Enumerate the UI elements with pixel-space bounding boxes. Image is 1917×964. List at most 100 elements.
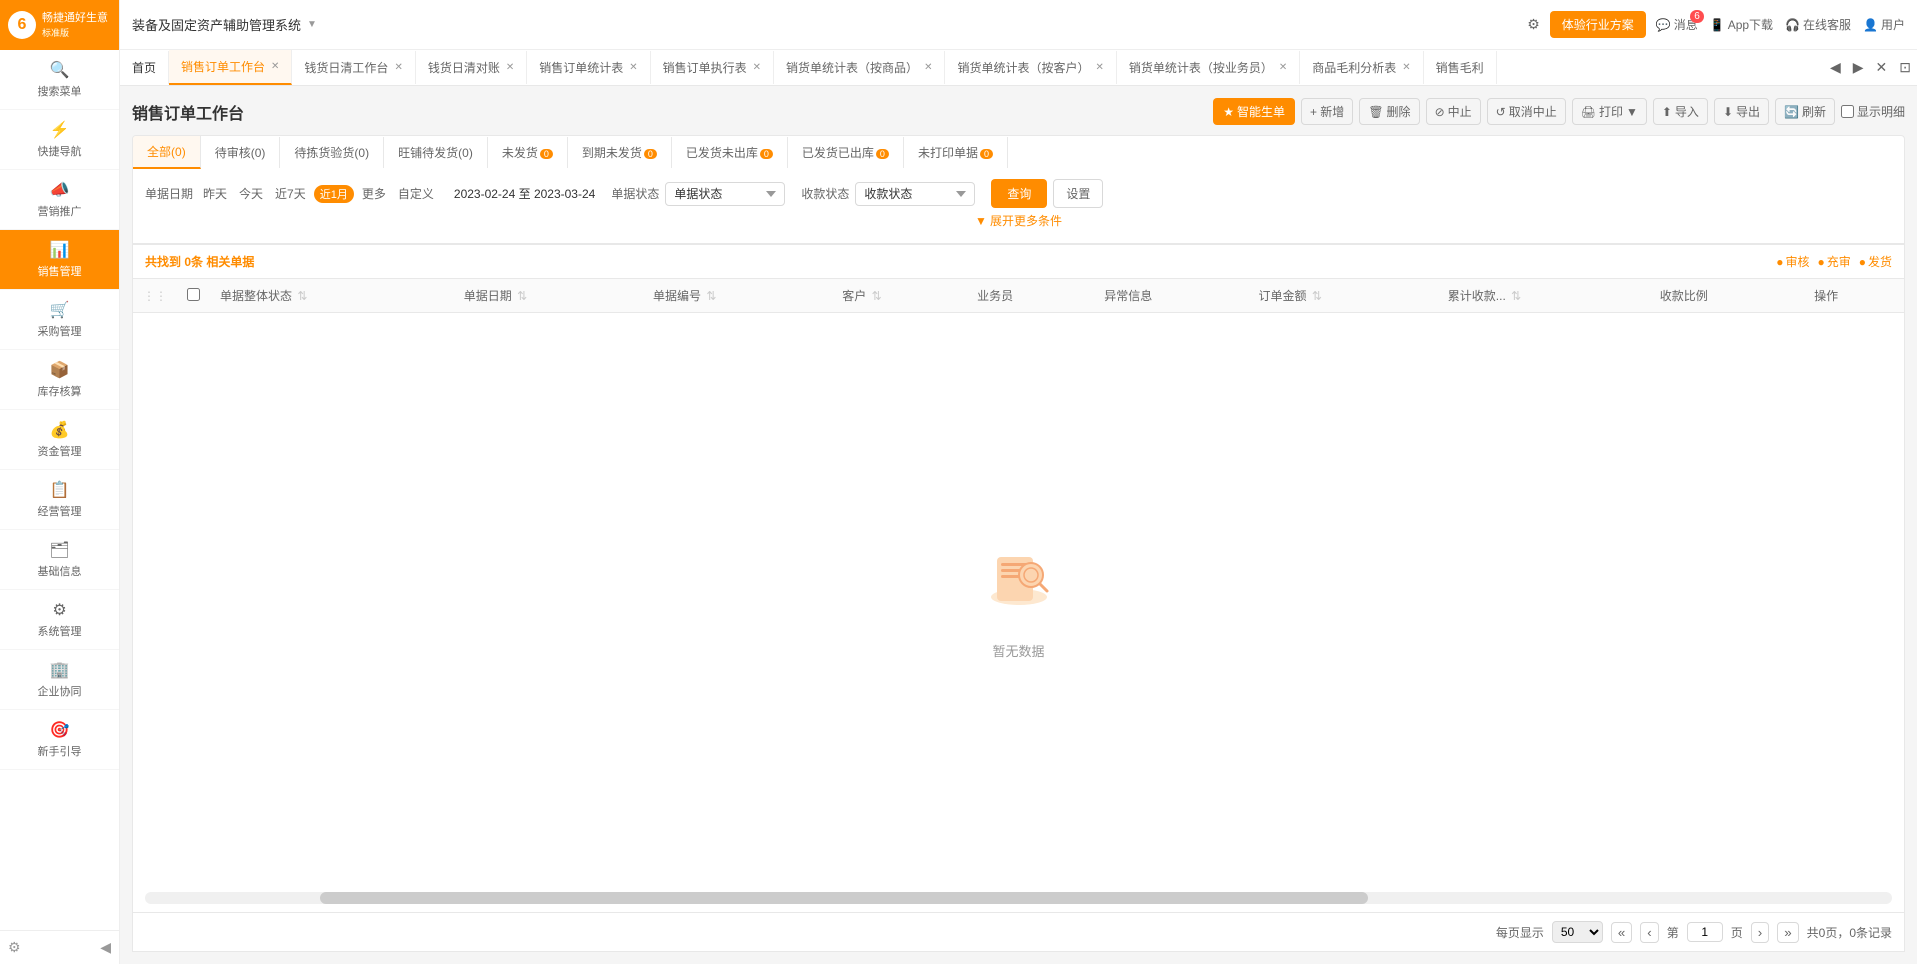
review-button[interactable]: ● 审核 bbox=[1776, 253, 1809, 270]
stop-button[interactable]: ⊘ 中止 bbox=[1426, 98, 1481, 125]
date-btn-more[interactable]: 更多 bbox=[358, 183, 390, 204]
sort-icon-2[interactable]: ⇅ bbox=[706, 289, 716, 303]
tab-close-sales-sum-product[interactable]: ✕ bbox=[924, 62, 932, 73]
sort-icon-7[interactable]: ⇅ bbox=[1511, 289, 1521, 303]
industry-solution-button[interactable]: 体验行业方案 bbox=[1550, 11, 1646, 38]
online-service-button[interactable]: 🎧 在线客服 bbox=[1785, 16, 1851, 33]
sub-tab-expired-unshipped[interactable]: 到期未发货0 bbox=[568, 137, 672, 168]
new-button[interactable]: + 新增 bbox=[1301, 98, 1353, 125]
sidebar-item-system[interactable]: ⚙ 系统管理 bbox=[0, 590, 119, 650]
unreviewed-button[interactable]: ● 充审 bbox=[1817, 253, 1850, 270]
sidebar-item-basic-info[interactable]: 🗂 基础信息 bbox=[0, 530, 119, 590]
sub-tab-all[interactable]: 全部(0) bbox=[133, 136, 201, 169]
page-size-select[interactable]: 20 50 100 bbox=[1552, 921, 1603, 943]
tab-scroll-right-icon[interactable]: ▶ bbox=[1847, 59, 1870, 76]
user-menu-button[interactable]: 👤 用户 bbox=[1863, 16, 1905, 33]
tab-close-cash-account[interactable]: ✕ bbox=[506, 62, 514, 73]
horizontal-scrollbar[interactable] bbox=[145, 892, 1892, 904]
tab-close-sales-stat[interactable]: ✕ bbox=[629, 62, 637, 73]
sub-tab-wangpu[interactable]: 旺铺待发货(0) bbox=[384, 137, 488, 168]
sort-icon-3[interactable]: ⇅ bbox=[872, 289, 882, 303]
messages-button[interactable]: 💬 消息 6 bbox=[1656, 16, 1698, 33]
tab-close-all-icon[interactable]: ✕ bbox=[1870, 59, 1894, 76]
th-checkbox[interactable] bbox=[177, 279, 210, 313]
print-button[interactable]: 🖨 打印 ▼ bbox=[1572, 98, 1647, 125]
last-page-button[interactable]: » bbox=[1777, 922, 1798, 943]
tab-close-cash-daily[interactable]: ✕ bbox=[394, 62, 402, 73]
sub-tab-pending-review[interactable]: 待审核(0) bbox=[201, 137, 281, 168]
sidebar-item-enterprise[interactable]: 🏢 企业协同 bbox=[0, 650, 119, 710]
app-download-button[interactable]: 📱 App下载 bbox=[1710, 16, 1773, 33]
tab-home[interactable]: 首页 bbox=[120, 51, 169, 84]
tab-sales-workbench[interactable]: 销售订单工作台 ✕ bbox=[169, 50, 292, 85]
date-btn-yesterday[interactable]: 昨天 bbox=[199, 183, 231, 204]
tab-scroll-left-icon[interactable]: ◀ bbox=[1824, 59, 1847, 76]
sort-icon-1[interactable]: ⇅ bbox=[517, 289, 527, 303]
tab-sales-sum-customer[interactable]: 销货单统计表（按客户） ✕ bbox=[945, 51, 1116, 84]
sub-tab-unshipped[interactable]: 未发货0 bbox=[488, 137, 568, 168]
tab-close-sales-sum-staff[interactable]: ✕ bbox=[1279, 62, 1287, 73]
sidebar-item-quick-nav[interactable]: ⚡ 快捷导航 bbox=[0, 110, 119, 170]
smart-create-button[interactable]: ★ 智能生单 bbox=[1213, 98, 1295, 125]
sub-tab-shipped-not-out[interactable]: 已发货未出库0 bbox=[672, 137, 788, 168]
date-btn-custom[interactable]: 自定义 bbox=[394, 183, 438, 204]
ship-button[interactable]: ● 发货 bbox=[1859, 253, 1892, 270]
sidebar-item-newbie[interactable]: 🎯 新手引导 bbox=[0, 710, 119, 770]
sidebar-item-finance[interactable]: 💰 资金管理 bbox=[0, 410, 119, 470]
sort-icon-0[interactable]: ⇅ bbox=[297, 289, 307, 303]
table-header-row: ⋮⋮ 单据整体状态 ⇅ 单据日期 ⇅ 单据编号 ⇅ bbox=[133, 279, 1904, 313]
select-all-checkbox[interactable] bbox=[187, 288, 200, 301]
sidebar-item-marketing[interactable]: 📣 营销推广 bbox=[0, 170, 119, 230]
refresh-button[interactable]: 🔄 刷新 bbox=[1775, 98, 1835, 125]
page-label: 第 bbox=[1667, 924, 1679, 941]
import-button[interactable]: ⬆ 导入 bbox=[1653, 98, 1708, 125]
date-btn-7days[interactable]: 近7天 bbox=[271, 183, 310, 204]
status-select[interactable]: 单据状态 bbox=[665, 182, 785, 206]
sort-icon-6[interactable]: ⇅ bbox=[1312, 289, 1322, 303]
sidebar-item-sales[interactable]: 📊 销售管理 bbox=[0, 230, 119, 290]
settings-footer-icon[interactable]: ⚙ bbox=[8, 939, 21, 956]
tab-product-margin[interactable]: 商品毛利分析表 ✕ bbox=[1300, 51, 1423, 84]
sub-tab-shipped-out[interactable]: 已发货已出库0 bbox=[788, 137, 904, 168]
tab-sales-exec[interactable]: 销售订单执行表 ✕ bbox=[651, 51, 774, 84]
payment-select[interactable]: 收款状态 bbox=[855, 182, 975, 206]
show-detail-input[interactable] bbox=[1841, 105, 1854, 118]
delete-button[interactable]: 🗑 删除 bbox=[1359, 98, 1419, 125]
page-number-input[interactable] bbox=[1687, 922, 1723, 942]
query-button[interactable]: 查询 bbox=[991, 179, 1047, 208]
export-button[interactable]: ⬇ 导出 bbox=[1714, 98, 1769, 125]
tab-sales-sum-staff[interactable]: 销货单统计表（按业务员） ✕ bbox=[1117, 51, 1300, 84]
tab-close-sales-exec[interactable]: ✕ bbox=[753, 62, 761, 73]
expand-more-button[interactable]: ▼ 展开更多条件 bbox=[975, 212, 1062, 229]
settings-icon[interactable]: ⚙ bbox=[1527, 16, 1540, 33]
filter-setting-button[interactable]: 设置 bbox=[1053, 179, 1103, 208]
tab-cash-daily[interactable]: 钱货日清工作台 ✕ bbox=[292, 51, 415, 84]
sidebar-item-inventory[interactable]: 📦 库存核算 bbox=[0, 350, 119, 410]
title-dropdown-icon[interactable]: ▼ bbox=[307, 19, 317, 30]
filter-action-buttons: 查询 设置 bbox=[991, 179, 1103, 208]
sub-tab-unprinted[interactable]: 未打印单据0 bbox=[904, 137, 1008, 168]
sidebar-item-purchase[interactable]: 🛒 采购管理 bbox=[0, 290, 119, 350]
sidebar-item-search[interactable]: 🔍 搜索菜单 bbox=[0, 50, 119, 110]
collapse-icon[interactable]: ◀ bbox=[100, 939, 111, 956]
tab-sales-profit[interactable]: 销售毛利 bbox=[1424, 51, 1497, 84]
scrollbar-thumb[interactable] bbox=[320, 892, 1368, 904]
tab-cash-account[interactable]: 钱货日清对账 ✕ bbox=[416, 51, 527, 84]
next-page-button[interactable]: › bbox=[1751, 922, 1769, 943]
sidebar-item-operations[interactable]: 📋 经营管理 bbox=[0, 470, 119, 530]
prev-page-button[interactable]: ‹ bbox=[1640, 922, 1658, 943]
date-btn-1month[interactable]: 近1月 bbox=[314, 185, 354, 203]
first-page-button[interactable]: « bbox=[1611, 922, 1632, 943]
tab-close-sales-workbench[interactable]: ✕ bbox=[271, 61, 279, 72]
tab-maximize-icon[interactable]: ⊡ bbox=[1893, 59, 1917, 76]
tab-sales-sum-product[interactable]: 销货单统计表（按商品） ✕ bbox=[774, 51, 945, 84]
cancel-stop-button[interactable]: ↺ 取消中止 bbox=[1487, 98, 1566, 125]
logo-icon: 6 bbox=[8, 11, 36, 39]
tab-sales-stat[interactable]: 销售订单统计表 ✕ bbox=[527, 51, 650, 84]
tab-close-product-margin[interactable]: ✕ bbox=[1402, 62, 1410, 73]
show-detail-checkbox[interactable]: 显示明细 bbox=[1841, 103, 1905, 120]
tab-close-sales-sum-customer[interactable]: ✕ bbox=[1095, 62, 1103, 73]
date-btn-today[interactable]: 今天 bbox=[235, 183, 267, 204]
sub-tab-pending-inspect[interactable]: 待拣货验货(0) bbox=[280, 137, 384, 168]
date-range-display: 2023-02-24 至 2023-03-24 bbox=[454, 185, 595, 202]
